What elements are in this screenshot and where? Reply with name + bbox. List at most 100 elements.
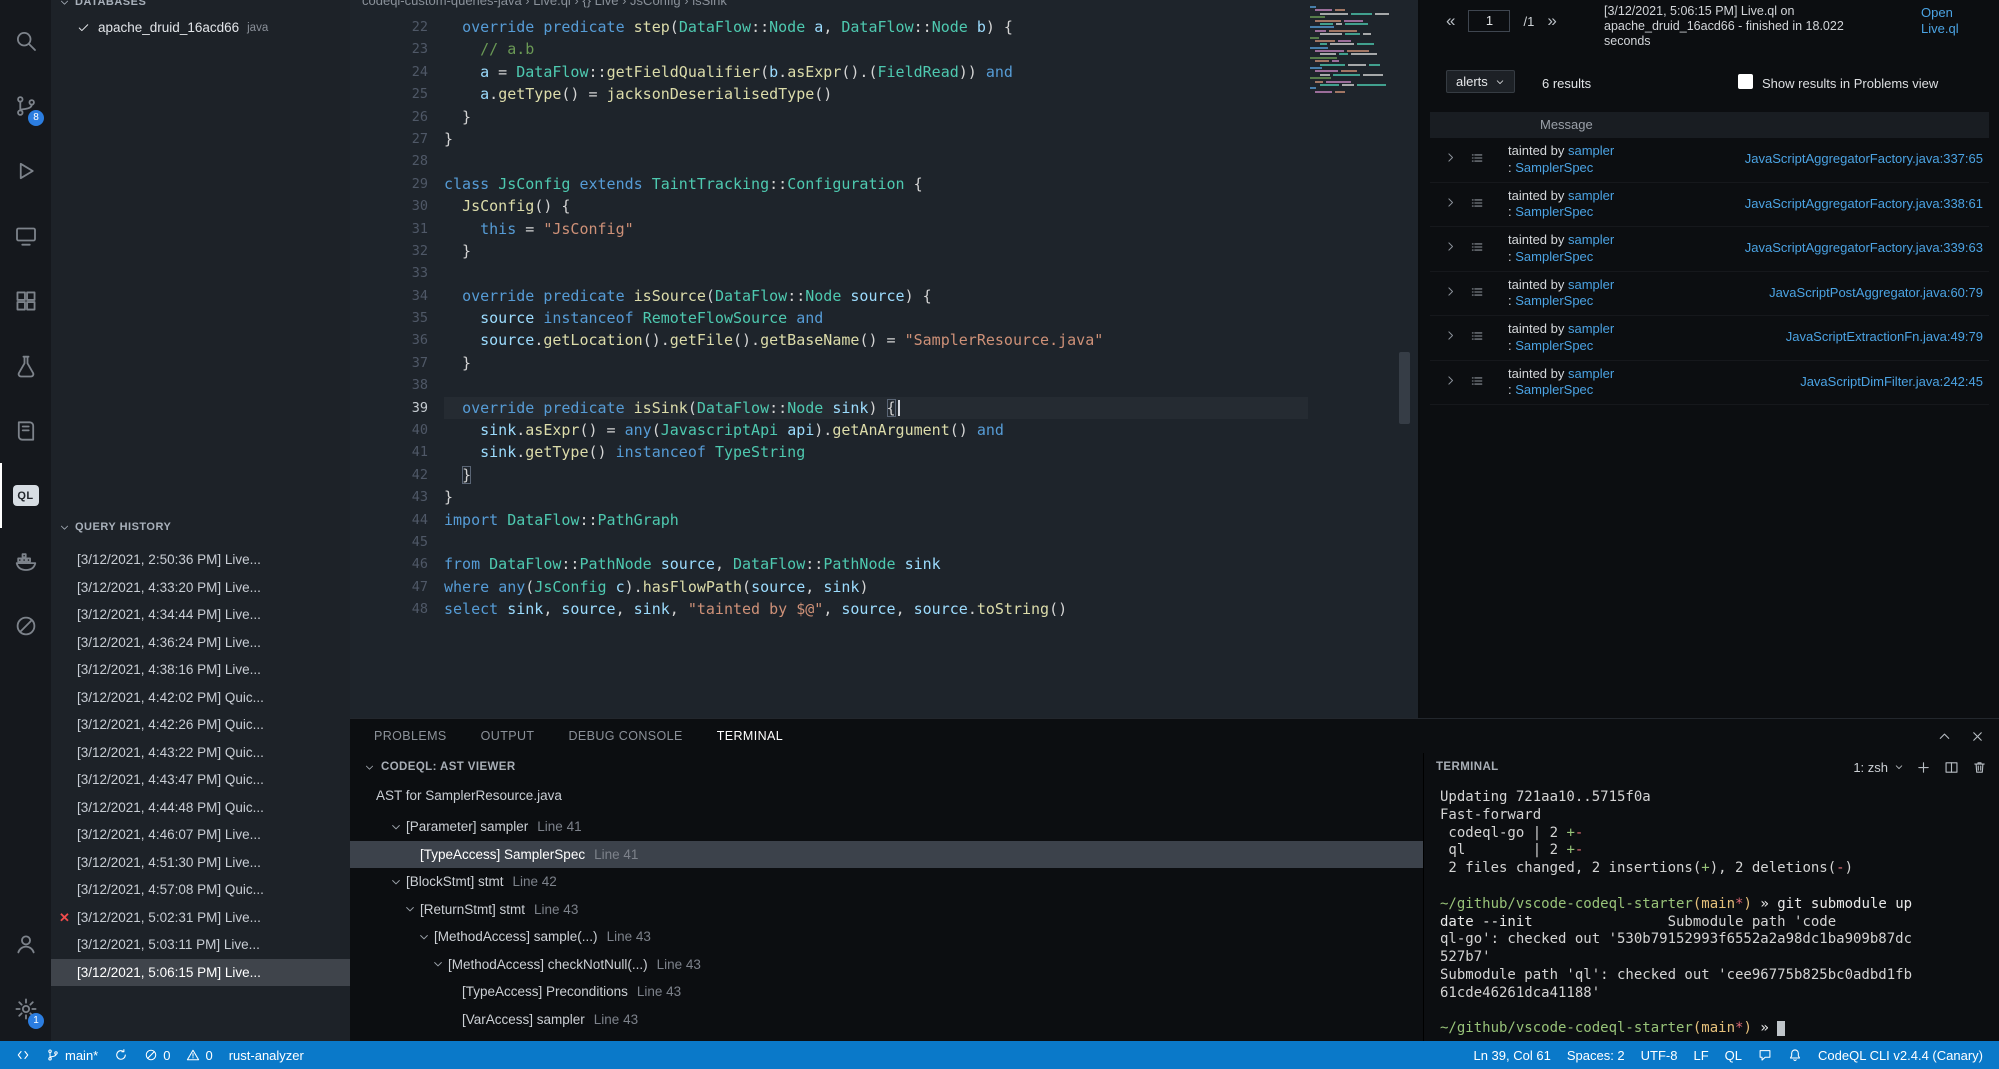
chevron-right-icon[interactable] [1444, 240, 1457, 253]
code-line[interactable]: } [444, 352, 1308, 374]
activity-extensions[interactable] [0, 268, 51, 333]
result-element-link[interactable]: sampler [1568, 366, 1614, 381]
panel-tab-output[interactable]: OUTPUT [481, 729, 535, 743]
code-line[interactable]: source instanceof RemoteFlowSource and [444, 307, 1308, 329]
query-history-item[interactable]: [3/12/2021, 4:43:47 PM] Quic... [51, 766, 350, 794]
result-row[interactable]: tainted by sampler: SamplerSpecJavaScrip… [1430, 272, 1989, 317]
chevron-right-icon[interactable] [1444, 285, 1457, 298]
status-warnings[interactable]: 0 [178, 1041, 220, 1069]
breadcrumb[interactable]: codeql-custom-queries-java › Live.ql › {… [350, 0, 1418, 12]
databases-section-header[interactable]: DATABASES [59, 0, 146, 13]
activity-run-debug[interactable] [0, 138, 51, 203]
ast-tree-item[interactable]: [MethodAccess] checkNotNull(...)Line 43 [350, 951, 1423, 979]
result-location-link[interactable]: JavaScriptPostAggregator.java:60:79 [1769, 285, 1983, 300]
result-element-link[interactable]: SamplerSpec [1515, 338, 1593, 353]
status-codeql-cli-version[interactable]: CodeQL CLI v2.4.4 (Canary) [1810, 1041, 1991, 1069]
code-line[interactable]: source.getLocation().getFile().getBaseNa… [444, 329, 1308, 351]
open-query-link[interactable]: Open Live.ql [1921, 5, 1977, 37]
code-line[interactable]: // a.b [444, 38, 1308, 60]
result-element-link[interactable]: SamplerSpec [1515, 293, 1593, 308]
query-history-item[interactable]: [3/12/2021, 4:38:16 PM] Live... [51, 656, 350, 684]
status-eol[interactable]: LF [1686, 1041, 1717, 1069]
activity-codeql[interactable]: QL [0, 463, 51, 528]
chevron-right-icon[interactable] [1444, 374, 1457, 387]
panel-tab-terminal[interactable]: TERMINAL [717, 729, 783, 743]
code-line[interactable]: import DataFlow::PathGraph [444, 509, 1308, 531]
status-notifications[interactable] [1780, 1041, 1810, 1069]
activity-test-beaker[interactable] [0, 333, 51, 398]
result-location-link[interactable]: JavaScriptAggregatorFactory.java:337:65 [1745, 151, 1983, 166]
chevron-down-icon[interactable] [390, 821, 406, 833]
code-line[interactable]: override predicate isSink(DataFlow::Node… [444, 397, 1308, 419]
status-feedback[interactable] [1750, 1041, 1780, 1069]
result-element-link[interactable]: SamplerSpec [1515, 204, 1593, 219]
ast-tree-item[interactable]: [BlockStmt] stmtLine 42 [350, 868, 1423, 896]
code-line[interactable] [444, 150, 1308, 172]
code-line[interactable]: class JsConfig extends TaintTracking::Co… [444, 173, 1308, 195]
chevron-right-icon[interactable] [1444, 196, 1457, 209]
query-history-item[interactable]: [3/12/2021, 4:46:07 PM] Live... [51, 821, 350, 849]
status-rust-analyzer[interactable]: rust-analyzer [221, 1041, 312, 1069]
status-sync[interactable] [106, 1041, 136, 1069]
code-line[interactable]: } [444, 464, 1308, 486]
query-history-item[interactable]: ✕[3/12/2021, 5:02:31 PM] Live... [51, 904, 350, 932]
status-cursor-position[interactable]: Ln 39, Col 61 [1465, 1041, 1558, 1069]
status-git-branch[interactable]: main* [38, 1041, 106, 1069]
result-location-link[interactable]: JavaScriptExtractionFn.java:49:79 [1786, 329, 1983, 344]
chevron-down-icon[interactable] [432, 958, 448, 970]
chevron-down-icon[interactable] [390, 876, 406, 888]
status-remote-indicator[interactable] [8, 1041, 38, 1069]
code-line[interactable] [444, 374, 1308, 396]
result-location-link[interactable]: JavaScriptAggregatorFactory.java:339:63 [1745, 240, 1983, 255]
query-history-item[interactable]: [3/12/2021, 4:33:20 PM] Live... [51, 574, 350, 602]
query-history-item[interactable]: [3/12/2021, 4:36:24 PM] Live... [51, 629, 350, 657]
result-row[interactable]: tainted by sampler: SamplerSpecJavaScrip… [1430, 227, 1989, 272]
code-line[interactable] [444, 262, 1308, 284]
chevron-down-icon[interactable] [418, 931, 434, 943]
ast-tree-item[interactable]: [TypeAccess] SamplerSpecLine 41 [350, 841, 1423, 869]
results-view-dropdown[interactable]: alerts [1446, 70, 1515, 93]
code-line[interactable]: JsConfig() { [444, 195, 1308, 217]
ast-tree-item[interactable]: [ReturnStmt] stmtLine 43 [350, 896, 1423, 924]
status-errors[interactable]: 0 [136, 1041, 178, 1069]
database-item[interactable]: apache_druid_16acd66 java [51, 14, 350, 41]
plus-icon[interactable] [1916, 760, 1931, 775]
result-element-link[interactable]: sampler [1568, 232, 1614, 247]
result-element-link[interactable]: sampler [1568, 188, 1614, 203]
result-row[interactable]: tainted by sampler: SamplerSpecJavaScrip… [1430, 361, 1989, 406]
code-line[interactable]: } [444, 128, 1308, 150]
code-line[interactable]: override predicate step(DataFlow::Node a… [444, 16, 1308, 38]
ast-viewer-section-header[interactable]: CODEQL: AST VIEWER [350, 753, 1423, 781]
result-location-link[interactable]: JavaScriptAggregatorFactory.java:338:61 [1745, 196, 1983, 211]
chevron-up-icon[interactable] [1937, 729, 1952, 744]
result-row[interactable]: tainted by sampler: SamplerSpecJavaScrip… [1430, 316, 1989, 361]
result-element-link[interactable]: sampler [1568, 321, 1614, 336]
code-line[interactable]: } [444, 106, 1308, 128]
code-line[interactable]: } [444, 240, 1308, 262]
ast-tree-item[interactable]: [TypeAccess] PreconditionsLine 43 [350, 978, 1423, 1006]
query-history-item[interactable]: [3/12/2021, 4:57:08 PM] Quic... [51, 876, 350, 904]
result-row[interactable]: tainted by sampler: SamplerSpecJavaScrip… [1430, 183, 1989, 228]
chevron-right-icon[interactable] [1444, 151, 1457, 164]
result-location-link[interactable]: JavaScriptDimFilter.java:242:45 [1800, 374, 1983, 389]
page-number[interactable]: 1 [1468, 10, 1510, 32]
query-history-item[interactable]: [3/12/2021, 5:06:15 PM] Live... [51, 959, 350, 987]
problems-view-checkbox-label[interactable]: Show results in Problems view [1762, 76, 1938, 91]
result-element-link[interactable]: SamplerSpec [1515, 382, 1593, 397]
next-page-button[interactable]: » [1547, 11, 1556, 31]
trash-icon[interactable] [1972, 760, 1987, 775]
chevron-right-icon[interactable] [1444, 329, 1457, 342]
shell-dropdown[interactable]: 1: zsh [1853, 760, 1904, 775]
panel-tab-problems[interactable]: PROBLEMS [374, 729, 447, 743]
minimap[interactable] [1310, 6, 1402, 116]
activity-settings[interactable]: 1 [0, 976, 51, 1041]
ast-tree-item[interactable]: [VarAccess] samplerLine 43 [350, 1006, 1423, 1034]
editor-scrollbar[interactable] [1399, 0, 1410, 718]
query-history-item[interactable]: [3/12/2021, 4:42:26 PM] Quic... [51, 711, 350, 739]
ast-tree-item[interactable]: [MethodAccess] sample(...)Line 43 [350, 923, 1423, 951]
scrollbar-thumb[interactable] [1399, 352, 1410, 424]
result-element-link[interactable]: sampler [1568, 143, 1614, 158]
ast-tree-item[interactable]: [Parameter] samplerLine 41 [350, 813, 1423, 841]
activity-remote-explorer[interactable] [0, 203, 51, 268]
activity-account[interactable] [0, 911, 51, 976]
